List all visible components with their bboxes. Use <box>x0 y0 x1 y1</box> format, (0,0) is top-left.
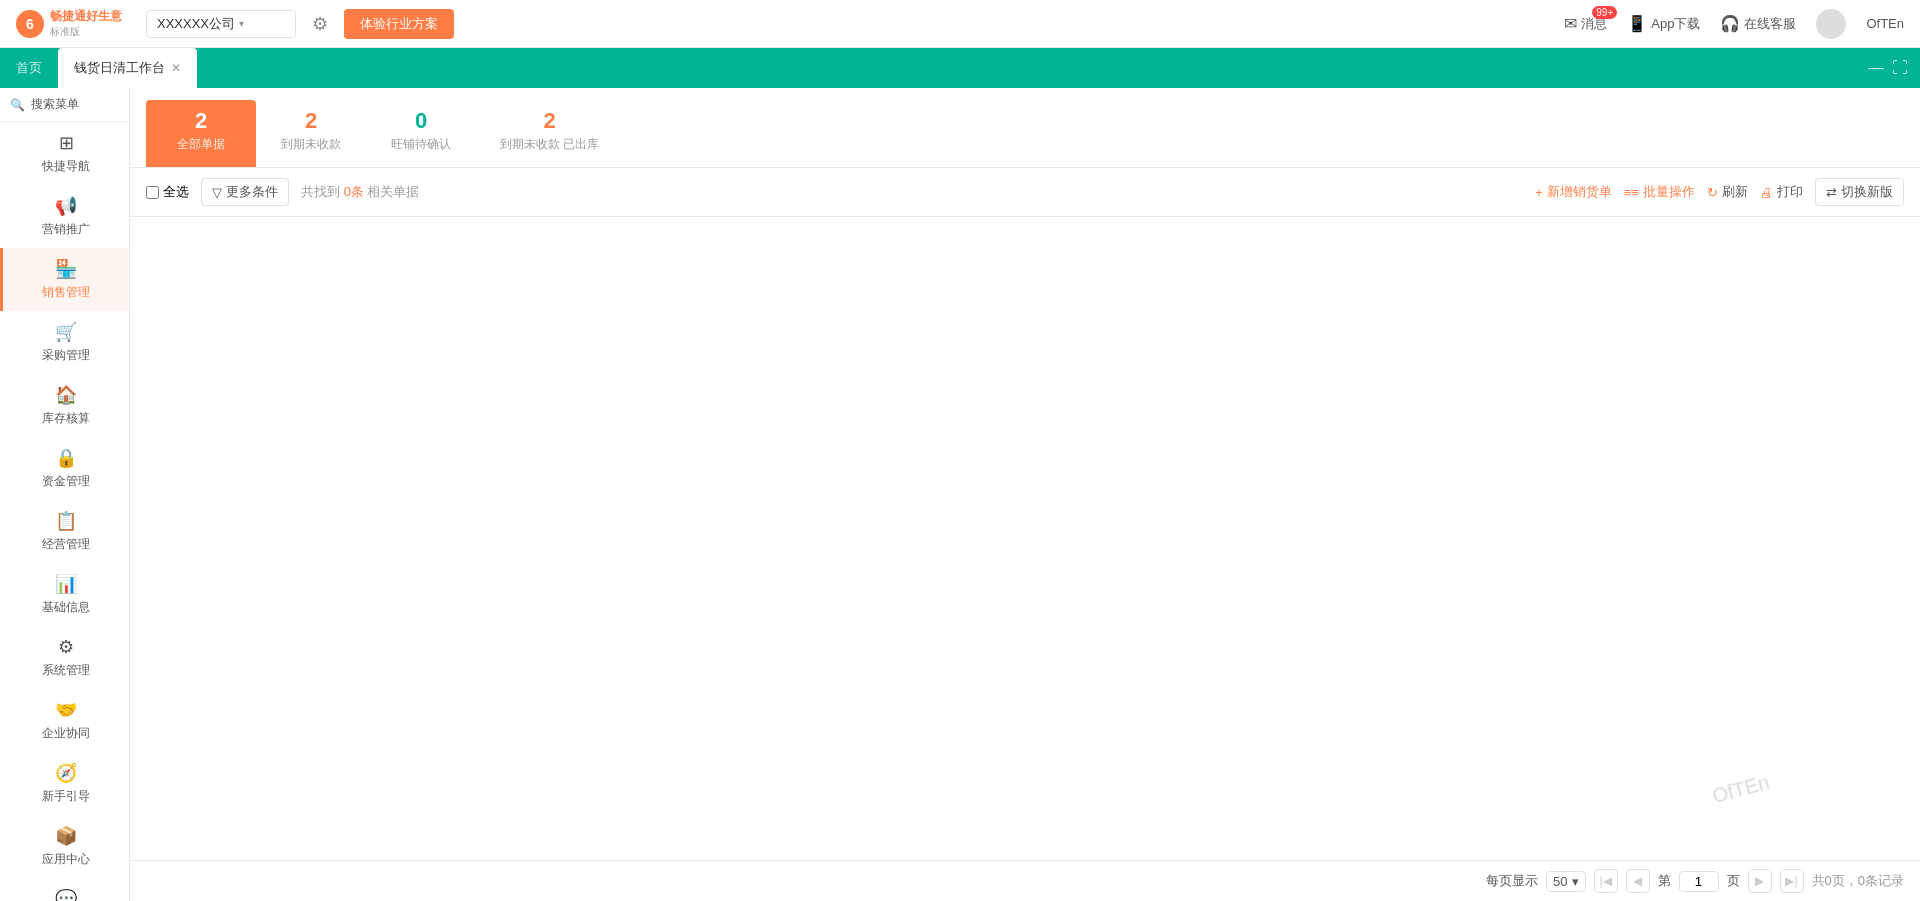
company-selector[interactable]: XXXXXX公司 ▾ <box>146 10 296 38</box>
plus-icon: + <box>1535 185 1543 200</box>
marketing-icon: 📢 <box>55 195 77 217</box>
sidebar-item-basic[interactable]: 📊 基础信息 <box>0 563 129 626</box>
next-page-button[interactable]: ▶ <box>1748 869 1772 893</box>
sidebar-item-wechat[interactable]: 💬 企业微信 <box>0 878 129 901</box>
mobile-icon: 📱 <box>1627 14 1647 33</box>
tab-bar-actions: — ⛶ <box>1868 59 1920 77</box>
main-layout: 🔍 搜索菜单 ⊞ 快捷导航 📢 营销推广 🏪 销售管理 🛒 采购管理 🏠 库存核… <box>0 88 1920 901</box>
refresh-button[interactable]: ↻ 刷新 <box>1707 183 1748 201</box>
grid-icon: ⊞ <box>59 132 74 154</box>
sidebar-item-system[interactable]: ⚙ 系统管理 <box>0 626 129 689</box>
company-name: XXXXXX公司 <box>157 15 235 33</box>
sidebar-item-inventory[interactable]: 🏠 库存核算 <box>0 374 129 437</box>
stat-tab-overdue-not-shipped[interactable]: 2 到期未收款 已出库 <box>476 100 623 167</box>
switch-version-button[interactable]: ⇄ 切换新版 <box>1815 178 1904 206</box>
online-service-button[interactable]: 🎧 在线客服 <box>1720 14 1796 33</box>
logo-icon: 6 <box>16 10 44 38</box>
trial-button[interactable]: 体验行业方案 <box>344 9 454 39</box>
sidebar-item-appstore[interactable]: 📦 应用中心 <box>0 815 129 878</box>
page-unit: 页 <box>1727 872 1740 890</box>
sidebar-item-quick-nav[interactable]: ⊞ 快捷导航 <box>0 122 129 185</box>
operation-icon: 📋 <box>55 510 77 532</box>
batch-operation-button[interactable]: ≡≡ 批量操作 <box>1624 183 1695 201</box>
total-info: 共0页，0条记录 <box>1812 872 1904 890</box>
coop-icon: 🤝 <box>55 699 77 721</box>
select-all-checkbox[interactable]: 全选 <box>146 183 189 201</box>
gear-icon: ⚙ <box>312 13 328 35</box>
stat-tab-wangpu[interactable]: 0 旺铺待确认 <box>366 100 476 167</box>
system-icon: ⚙ <box>58 636 74 658</box>
dropdown-arrow-icon: ▾ <box>1572 874 1579 889</box>
tab-bar: 首页 钱货日清工作台 ✕ — ⛶ <box>0 48 1920 88</box>
purchase-icon: 🛒 <box>55 321 77 343</box>
stat-tab-all[interactable]: 2 全部单据 <box>146 100 256 167</box>
appstore-icon: 📦 <box>55 825 77 847</box>
chevron-down-icon: ▾ <box>239 18 244 29</box>
per-page-label: 每页显示 <box>1486 872 1538 890</box>
sidebar-item-coop[interactable]: 🤝 企业协同 <box>0 689 129 752</box>
message-badge: 99+ <box>1592 6 1617 19</box>
page-input[interactable] <box>1679 871 1719 892</box>
toolbar: 全选 ▽ 更多条件 共找到 0条 相关单据 + 新增销货单 ≡≡ 批量操作 <box>130 168 1920 217</box>
stat-tab-overdue-unpaid[interactable]: 2 到期未收款 <box>256 100 366 167</box>
per-page-select[interactable]: 50 ▾ <box>1546 871 1585 892</box>
settings-button[interactable]: ⚙ <box>304 8 336 40</box>
checkbox-input[interactable] <box>146 186 159 199</box>
guide-icon: 🧭 <box>55 762 77 784</box>
filter-icon: ▽ <box>212 185 222 200</box>
page-label: 第 <box>1658 872 1671 890</box>
sidebar-item-finance[interactable]: 🔒 资金管理 <box>0 437 129 500</box>
message-icon: ✉ <box>1564 14 1577 33</box>
headset-icon: 🎧 <box>1720 14 1740 33</box>
refresh-icon: ↻ <box>1707 185 1718 200</box>
pagination: 每页显示 50 ▾ |◀ ◀ 第 页 ▶ ▶| 共0页，0条记录 <box>130 860 1920 901</box>
prev-page-button[interactable]: ◀ <box>1626 869 1650 893</box>
logo-text: 畅捷通好生意 标准版 <box>50 8 122 39</box>
tab-home[interactable]: 首页 <box>0 48 58 88</box>
content-area: 2 全部单据 2 到期未收款 0 旺铺待确认 2 到期未收款 已出库 全选 <box>130 88 1920 901</box>
table-area <box>130 217 1920 860</box>
sidebar: 🔍 搜索菜单 ⊞ 快捷导航 📢 营销推广 🏪 销售管理 🛒 采购管理 🏠 库存核… <box>0 88 130 901</box>
stats-tabs: 2 全部单据 2 到期未收款 0 旺铺待确认 2 到期未收款 已出库 <box>130 88 1920 168</box>
header-right: ✉ 消息 99+ 📱 App下载 🎧 在线客服 OfTEn <box>1564 9 1904 39</box>
sidebar-item-marketing[interactable]: 📢 营销推广 <box>0 185 129 248</box>
app-download-button[interactable]: 📱 App下载 <box>1627 14 1700 33</box>
basic-icon: 📊 <box>55 573 77 595</box>
add-sales-order-button[interactable]: + 新增销货单 <box>1535 183 1612 201</box>
wechat-icon: 💬 <box>55 888 77 901</box>
print-icon: 🖨 <box>1760 185 1773 200</box>
sales-icon: 🏪 <box>55 258 77 280</box>
sidebar-item-purchase[interactable]: 🛒 采购管理 <box>0 311 129 374</box>
user-name[interactable]: OfTEn <box>1866 16 1904 31</box>
filter-button[interactable]: ▽ 更多条件 <box>201 178 289 206</box>
sidebar-item-guide[interactable]: 🧭 新手引导 <box>0 752 129 815</box>
minimize-icon[interactable]: — <box>1868 59 1884 77</box>
finance-icon: 🔒 <box>55 447 77 469</box>
selected-info: 共找到 0条 相关单据 <box>301 183 419 201</box>
sidebar-search-button[interactable]: 🔍 搜索菜单 <box>0 88 129 122</box>
message-button[interactable]: ✉ 消息 99+ <box>1564 14 1607 33</box>
maximize-icon[interactable]: ⛶ <box>1892 59 1908 77</box>
logo-area: 6 畅捷通好生意 标准版 <box>16 8 146 39</box>
batch-icon: ≡≡ <box>1624 185 1639 200</box>
last-page-button[interactable]: ▶| <box>1780 869 1804 893</box>
toolbar-right: + 新增销货单 ≡≡ 批量操作 ↻ 刷新 🖨 打印 ⇄ 切换新版 <box>1535 178 1904 206</box>
first-page-button[interactable]: |◀ <box>1594 869 1618 893</box>
print-button[interactable]: 🖨 打印 <box>1760 183 1803 201</box>
switch-icon: ⇄ <box>1826 185 1837 200</box>
avatar[interactable] <box>1816 9 1846 39</box>
top-header: 6 畅捷通好生意 标准版 XXXXXX公司 ▾ ⚙ 体验行业方案 ✉ 消息 99… <box>0 0 1920 48</box>
inventory-icon: 🏠 <box>55 384 77 406</box>
close-icon[interactable]: ✕ <box>171 61 181 75</box>
search-icon: 🔍 <box>10 98 25 112</box>
tab-cash-flow[interactable]: 钱货日清工作台 ✕ <box>58 48 197 88</box>
sidebar-item-operation[interactable]: 📋 经营管理 <box>0 500 129 563</box>
sidebar-item-sales[interactable]: 🏪 销售管理 <box>0 248 129 311</box>
